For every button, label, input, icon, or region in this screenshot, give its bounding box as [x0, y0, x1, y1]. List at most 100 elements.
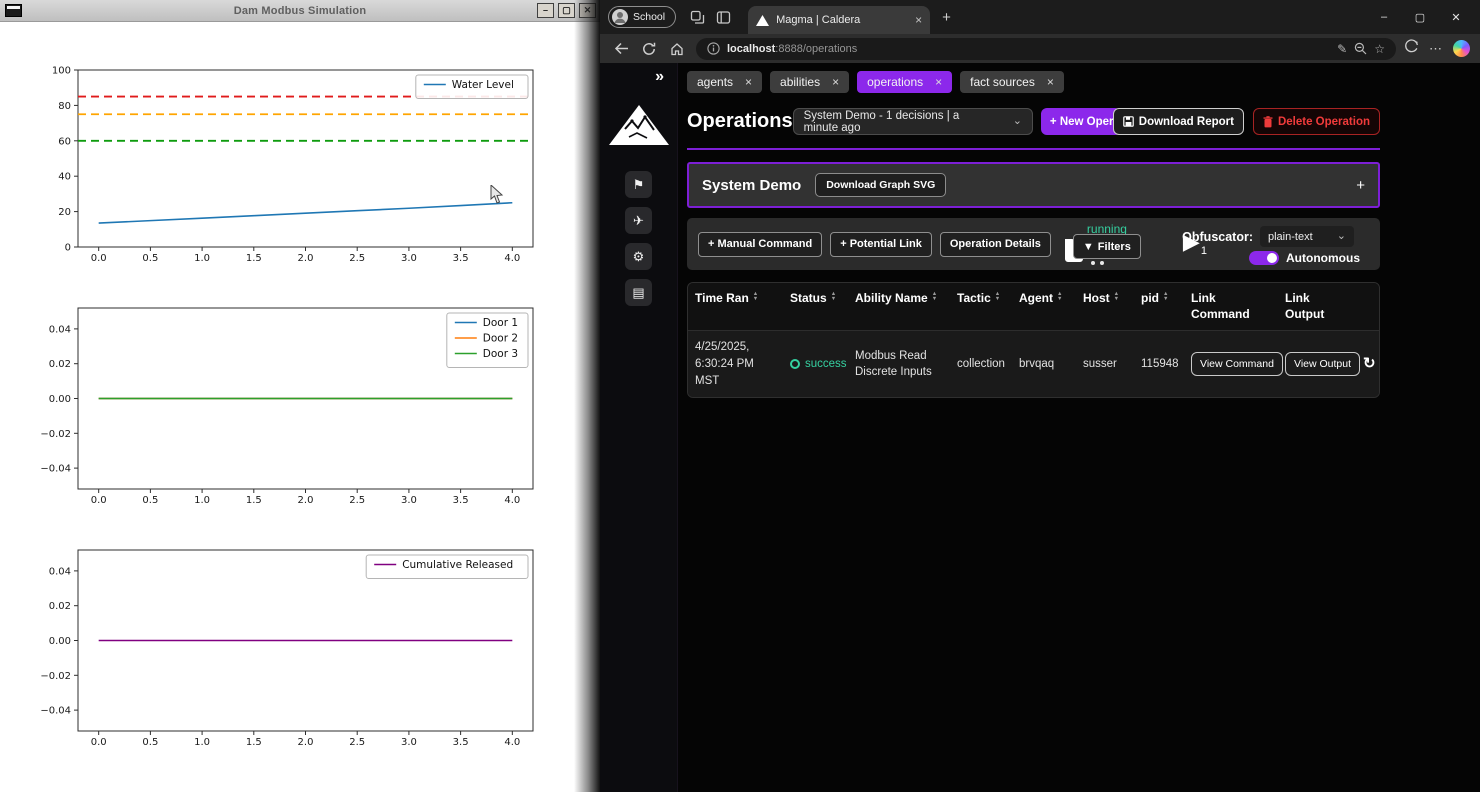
screen: Dam Modbus Simulation – ▢ ✕ 0.0 0.5 1.0 1.5…: [0, 0, 1480, 792]
svg-text:3.0: 3.0: [401, 253, 417, 264]
close-icon[interactable]: ×: [1047, 76, 1054, 88]
refresh-icon[interactable]: [636, 37, 662, 61]
url-bar[interactable]: localhost:8888/operations ✎ ☆: [696, 37, 1396, 60]
col-host[interactable]: Host ▲ ▼: [1076, 283, 1134, 330]
sort-icon[interactable]: ▲ ▼: [1163, 291, 1168, 302]
water-level-chart: 0.0 0.5 1.0 1.5 2.0 2.5 3.0 3.5 4.0 0 20 40 60 80 100 W…: [52, 66, 534, 264]
browser-minimize-button[interactable]: –: [1366, 2, 1402, 32]
sort-icon[interactable]: ▲ ▼: [1057, 291, 1062, 302]
browser-menu-icon[interactable]: ⋯: [1429, 41, 1443, 57]
zoom-out-icon[interactable]: [1354, 42, 1367, 55]
cell-pid: 115948: [1141, 357, 1179, 370]
svg-text:0.04: 0.04: [49, 324, 71, 335]
close-icon[interactable]: ×: [745, 76, 752, 88]
tab-fact-sources[interactable]: fact sources ×: [960, 71, 1064, 93]
svg-text:2.0: 2.0: [298, 737, 314, 748]
cell-tactic: collection: [957, 357, 1005, 370]
col-time-ran[interactable]: Time Ran ▲ ▼: [688, 283, 783, 330]
col-ability-name[interactable]: Ability Name ▲ ▼: [848, 283, 950, 330]
download-report-button[interactable]: Download Report: [1112, 108, 1244, 135]
svg-text:2.0: 2.0: [298, 253, 314, 264]
tab-operations[interactable]: operations ×: [857, 71, 953, 93]
minimize-button[interactable]: –: [537, 3, 554, 18]
cell-status: success: [783, 331, 848, 397]
cell-ability-name: Modbus Read Discrete Inputs: [855, 349, 932, 379]
browser-profile-button[interactable]: School: [608, 6, 677, 28]
sort-icon[interactable]: ▲ ▼: [753, 291, 758, 302]
operation-select[interactable]: System Demo - 1 decisions | a minute ago…: [792, 108, 1033, 135]
accent-divider: [687, 148, 1380, 150]
svg-text:0: 0: [65, 243, 71, 254]
new-operation-button[interactable]: + New Operation: [1040, 108, 1121, 135]
col-link-output: Link Output: [1285, 291, 1325, 321]
expand-plus-icon[interactable]: +: [1356, 177, 1365, 194]
browser-tab-caldera[interactable]: Magma | Caldera ×: [748, 6, 931, 34]
workspaces-icon[interactable]: [684, 4, 710, 30]
svg-text:2.5: 2.5: [349, 495, 365, 506]
autonomous-toggle[interactable]: [1249, 251, 1279, 265]
close-icon[interactable]: ×: [935, 76, 942, 88]
potential-link-button[interactable]: + Potential Link: [830, 231, 932, 257]
svg-text:Door 1: Door 1: [483, 317, 518, 329]
tab-agents[interactable]: agents ×: [687, 71, 763, 93]
close-button[interactable]: ✕: [579, 3, 596, 18]
svg-text:3.5: 3.5: [453, 737, 469, 748]
svg-text:−0.02: −0.02: [40, 429, 71, 440]
dam-titlebar[interactable]: Dam Modbus Simulation – ▢ ✕: [0, 0, 600, 22]
tab-close-icon[interactable]: ×: [915, 14, 922, 26]
obfuscator-select[interactable]: plain-text ⌄: [1260, 226, 1354, 247]
svg-text:4.0: 4.0: [504, 495, 520, 506]
sidebar-expand-icon[interactable]: »: [655, 68, 664, 86]
back-icon[interactable]: [608, 37, 634, 61]
favorites-star-icon[interactable]: ☆: [1374, 42, 1385, 56]
svg-text:2.5: 2.5: [349, 737, 365, 748]
operation-details-button[interactable]: Operation Details: [939, 231, 1051, 257]
sort-icon[interactable]: ▲ ▼: [831, 291, 836, 302]
svg-text:1.5: 1.5: [246, 495, 262, 506]
tab-actions-icon[interactable]: [710, 4, 736, 30]
settings-gear-icon[interactable]: ⚙: [625, 243, 652, 270]
objectives-flag-icon[interactable]: ⚑: [625, 171, 652, 198]
svg-text:1.0: 1.0: [194, 737, 210, 748]
svg-text:1.5: 1.5: [246, 737, 262, 748]
svg-text:100: 100: [52, 66, 71, 77]
svg-text:0.00: 0.00: [49, 394, 71, 405]
sort-icon[interactable]: ▲ ▼: [1114, 291, 1119, 302]
svg-text:0.5: 0.5: [142, 253, 158, 264]
download-graph-svg-button[interactable]: Download Graph SVG: [815, 173, 947, 197]
sort-icon[interactable]: ▲ ▼: [995, 291, 1000, 302]
obfuscator-label: Obfuscator:: [1182, 229, 1253, 244]
plugins-plane-icon[interactable]: ✈: [625, 207, 652, 234]
site-info-icon[interactable]: [707, 42, 720, 55]
delete-operation-button[interactable]: Delete Operation: [1252, 108, 1380, 135]
close-icon[interactable]: ×: [832, 76, 839, 88]
status-badge: success: [805, 357, 847, 370]
manual-command-button[interactable]: + Manual Command: [698, 231, 823, 257]
tab-abilities[interactable]: abilities ×: [770, 71, 850, 93]
cell-agent: brvqaq: [1019, 357, 1055, 370]
relink-refresh-icon[interactable]: ↻: [1363, 353, 1376, 375]
docs-book-icon[interactable]: ▤: [625, 279, 652, 306]
browser-maximize-button[interactable]: ▢: [1402, 2, 1438, 32]
tab-title: Magma | Caldera: [776, 14, 861, 26]
edit-pen-icon[interactable]: ✎: [1337, 42, 1347, 56]
maximize-button[interactable]: ▢: [558, 3, 575, 18]
browser-essentials-icon[interactable]: [1404, 38, 1419, 59]
col-status[interactable]: Status ▲ ▼: [783, 283, 848, 330]
col-tactic[interactable]: Tactic ▲ ▼: [950, 283, 1012, 330]
filters-button[interactable]: ▼ Filters: [1072, 234, 1141, 259]
copilot-icon[interactable]: [1453, 40, 1470, 57]
new-tab-button[interactable]: +: [942, 9, 951, 26]
col-pid[interactable]: pid ▲ ▼: [1134, 283, 1184, 330]
svg-text:0.0: 0.0: [91, 737, 107, 748]
sort-icon[interactable]: ▲ ▼: [932, 291, 937, 302]
col-agent[interactable]: Agent ▲ ▼: [1012, 283, 1076, 330]
home-icon[interactable]: [664, 37, 690, 61]
view-command-button[interactable]: View Command: [1191, 352, 1283, 377]
svg-text:0.5: 0.5: [142, 495, 158, 506]
browser-close-button[interactable]: ✕: [1438, 2, 1474, 32]
svg-text:60: 60: [58, 136, 71, 147]
filter-icon: ▼: [1082, 240, 1094, 253]
cell-host: susser: [1083, 357, 1117, 370]
view-output-button[interactable]: View Output: [1285, 352, 1361, 377]
